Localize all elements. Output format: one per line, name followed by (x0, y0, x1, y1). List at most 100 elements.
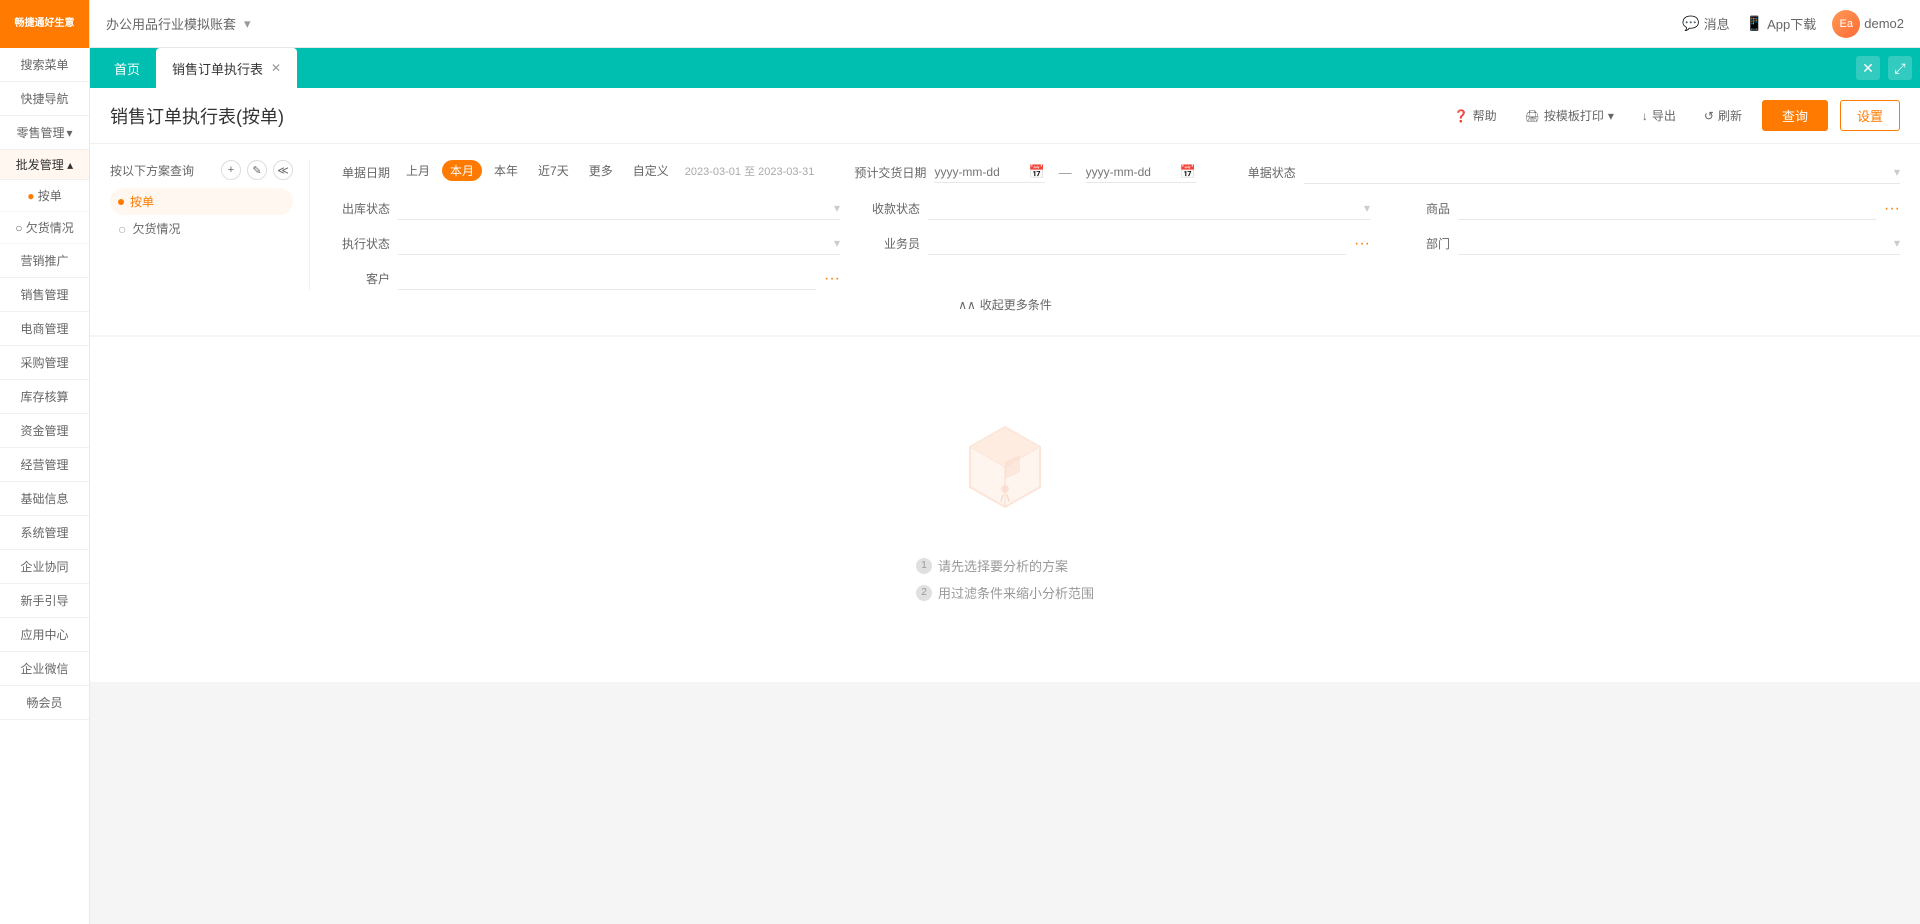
scheme-backorder[interactable]: ○ 欠货情况 (110, 215, 293, 242)
collapse-btn[interactable]: ∧∧ 收起更多条件 (110, 290, 1900, 319)
add-scheme-btn[interactable]: + (221, 160, 241, 180)
salesperson-picker-icon[interactable]: ··· (1354, 235, 1370, 253)
exec-status-select[interactable]: ▾ (398, 232, 840, 255)
department-select[interactable]: ▾ (1458, 232, 1900, 255)
delivery-status-select[interactable]: ▾ (398, 197, 840, 220)
close-icon: ✕ (1862, 60, 1874, 77)
date-btn-last-month[interactable]: 上月 (398, 160, 438, 181)
status-dropdown-icon: ▾ (1894, 165, 1900, 179)
expected-date-label: 预计交货日期 (854, 164, 926, 181)
expand-window-btn[interactable]: ⤢ (1888, 56, 1912, 80)
filter-exec-status: 执行状态 ▾ (330, 232, 840, 255)
expected-date-end: 📅 (1086, 162, 1196, 183)
tab-sales-order[interactable]: 销售订单执行表 ✕ (156, 48, 297, 88)
sidebar-sub-item-by-order[interactable]: ● 按单 (0, 180, 89, 212)
filter-area: 按以下方案查询 + ✎ ≪ 按单 ○ 欠货情况 (90, 144, 1920, 335)
scheme-by-order[interactable]: 按单 (110, 188, 293, 215)
help-icon: ❓ (1454, 109, 1469, 123)
product-picker-icon[interactable]: ··· (1884, 200, 1900, 218)
sidebar-item-sales[interactable]: 销售管理 (0, 278, 89, 312)
sidebar-item-purchase[interactable]: 采购管理 (0, 346, 89, 380)
exec-status-label: 执行状态 (330, 235, 390, 252)
date-btn-7days[interactable]: 近7天 (530, 160, 577, 181)
product-input[interactable] (1458, 197, 1876, 220)
sidebar-search[interactable]: 搜索菜单 (0, 48, 89, 82)
empty-hint-2: 2 用过滤条件来缩小分析范围 (916, 583, 1094, 602)
collapse-scheme-btn[interactable]: ≪ (273, 160, 293, 180)
sidebar-item-wholesale[interactable]: 批发管理 ▴ (0, 150, 89, 180)
edit-scheme-btn[interactable]: ✎ (247, 160, 267, 180)
sidebar-item-wechat[interactable]: 企业微信 (0, 652, 89, 686)
sidebar-item-member[interactable]: 畅会员 (0, 686, 89, 720)
industry-label: 办公用品行业模拟账套 (106, 14, 236, 33)
refresh-icon: ↺ (1704, 109, 1714, 123)
help-btn[interactable]: ❓ 帮助 (1446, 103, 1505, 128)
refresh-btn[interactable]: ↺ 刷新 (1696, 103, 1750, 128)
department-label: 部门 (1390, 235, 1450, 252)
sidebar-item-basics[interactable]: 基础信息 (0, 482, 89, 516)
settings-button[interactable]: 设置 (1840, 100, 1900, 131)
expected-date-start-input[interactable] (934, 165, 1024, 179)
filter-row-date: 单据日期 上月 本月 本年 近7天 更多 自定义 2023-03-01 至 20… (330, 160, 1900, 185)
filter-delivery-status: 出库状态 ▾ (330, 197, 840, 220)
sidebar-item-system[interactable]: 系统管理 (0, 516, 89, 550)
filter-grid-row2: 出库状态 ▾ 收款状态 ▾ (330, 197, 1900, 220)
sidebar-item-retail[interactable]: 零售管理 ▾ (0, 116, 89, 150)
user-menu[interactable]: Ea demo2 (1832, 10, 1904, 38)
status-select[interactable]: ▾ (1304, 161, 1900, 184)
sidebar-item-new-guide[interactable]: 新手引导 (0, 584, 89, 618)
empty-hint-1: 1 请先选择要分析的方案 (916, 556, 1094, 575)
department-dropdown-icon: ▾ (1894, 236, 1900, 250)
date-separator: — (1053, 165, 1078, 180)
calendar-end-icon[interactable]: 📅 (1180, 164, 1196, 180)
app-download-btn[interactable]: 📱 App下载 (1746, 14, 1817, 33)
salesperson-label: 业务员 (860, 235, 920, 252)
sidebar-item-corp-collab[interactable]: 企业协同 (0, 550, 89, 584)
tabbar: 首页 销售订单执行表 ✕ ✕ ⤢ (90, 48, 1920, 88)
date-btn-this-year[interactable]: 本年 (486, 160, 526, 181)
sidebar: 畅捷通好生意 搜索菜单 快捷导航 零售管理 ▾ 批发管理 ▴ ● 按单 ○ 欠货… (0, 0, 90, 924)
date-filter-bar: 上月 本月 本年 近7天 更多 自定义 2023-03-01 至 2023-03… (398, 160, 814, 181)
delivery-status-label: 出库状态 (330, 200, 390, 217)
product-label: 商品 (1390, 200, 1450, 217)
app-logo: 畅捷通好生意 (0, 0, 89, 48)
topbar-right: 💬 消息 📱 App下载 Ea demo2 (1682, 10, 1904, 38)
date-btn-more[interactable]: 更多 (581, 160, 621, 181)
close-window-btn[interactable]: ✕ (1856, 56, 1880, 80)
date-label: 单据日期 (330, 164, 390, 181)
payment-status-select[interactable]: ▾ (928, 197, 1370, 220)
active-dot (118, 199, 124, 205)
sidebar-item-operations[interactable]: 经营管理 (0, 448, 89, 482)
calendar-start-icon[interactable]: 📅 (1028, 164, 1044, 180)
date-range-display: 2023-03-01 至 2023-03-31 (685, 163, 815, 179)
date-btn-this-month[interactable]: 本月 (442, 160, 482, 181)
tab-close-icon[interactable]: ✕ (271, 61, 281, 75)
export-btn[interactable]: ↓ 导出 (1634, 103, 1684, 128)
salesperson-input[interactable] (928, 232, 1346, 255)
search-button[interactable]: 查询 (1762, 100, 1828, 131)
sidebar-item-finance[interactable]: 资金管理 (0, 414, 89, 448)
tab-home[interactable]: 首页 (98, 48, 156, 88)
sidebar-item-app-center[interactable]: 应用中心 (0, 618, 89, 652)
print-icon: 🖨 (1525, 109, 1540, 123)
expand-icon: ⤢ (1894, 60, 1905, 77)
print-dropdown-icon: ▾ (1608, 109, 1614, 123)
expected-date-end-input[interactable] (1086, 165, 1176, 179)
sidebar-item-ecommerce[interactable]: 电商管理 (0, 312, 89, 346)
customer-input[interactable] (398, 267, 816, 290)
exec-dropdown-icon: ▾ (834, 236, 840, 250)
customer-picker-icon[interactable]: ··· (824, 270, 840, 288)
filter-grid-row3: 执行状态 ▾ 业务员 ··· 部门 (330, 232, 1900, 255)
date-btn-custom[interactable]: 自定义 (625, 160, 677, 181)
sidebar-item-quick-nav[interactable]: 快捷导航 (0, 82, 89, 116)
filter-product: 商品 ··· (1390, 197, 1900, 220)
sidebar-item-marketing[interactable]: 营销推广 (0, 244, 89, 278)
print-btn[interactable]: 🖨 按模板打印 ▾ (1517, 103, 1622, 128)
sidebar-item-inventory[interactable]: 库存核算 (0, 380, 89, 414)
dropdown-icon[interactable]: ▾ (244, 16, 251, 32)
combined-filter: 按以下方案查询 + ✎ ≪ 按单 ○ 欠货情况 (110, 160, 1900, 290)
message-btn[interactable]: 💬 消息 (1682, 14, 1729, 33)
page-content: 销售订单执行表(按单) ❓ 帮助 🖨 按模板打印 ▾ ↓ 导出 ↺ 刷新 (90, 88, 1920, 924)
sidebar-sub-item-backorder[interactable]: ○ 欠货情况 (0, 212, 89, 244)
filter-sidebar-actions: + ✎ ≪ (221, 160, 293, 180)
